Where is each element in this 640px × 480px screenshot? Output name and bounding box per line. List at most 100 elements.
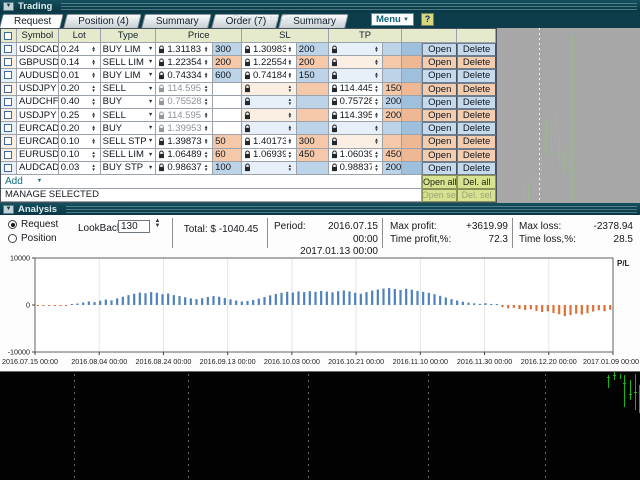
value-stepper[interactable]: ▲ ▼ <box>202 137 210 145</box>
value-stepper[interactable]: ▲ ▼ <box>202 84 210 92</box>
tp-input[interactable]: 0.98837 ▲ ▼ <box>328 161 384 175</box>
tp-input[interactable]: 114.395 ▲ ▼ <box>328 108 384 123</box>
open-selected-button[interactable]: Open sel <box>422 188 458 202</box>
type-select[interactable]: SELL LIM ▼ <box>100 148 157 162</box>
help-button[interactable]: ? <box>421 13 434 26</box>
sl-input[interactable]: 0.74184 ▲ ▼ <box>242 69 297 83</box>
value-stepper[interactable]: ▲ ▼ <box>90 124 98 132</box>
value-stepper[interactable]: ▲ ▼ <box>286 137 294 145</box>
menu-button[interactable]: Menu ▼ <box>371 13 414 26</box>
position-radio[interactable]: Position <box>8 233 57 244</box>
lookback-stepper[interactable]: ▲ ▼ <box>153 218 162 229</box>
value-stepper[interactable]: ▲ ▼ <box>286 163 294 171</box>
tp-input[interactable]: ▲ ▼ <box>328 69 384 83</box>
value-stepper[interactable]: ▲ ▼ <box>202 150 210 158</box>
delete-button[interactable]: Delete <box>457 161 497 175</box>
type-select[interactable]: SELL LIM ▼ <box>100 56 157 70</box>
analysis-collapse-button[interactable]: ▼ <box>3 204 14 214</box>
value-stepper[interactable]: ▲ ▼ <box>286 45 294 53</box>
type-select[interactable]: SELL STP ▼ <box>100 135 157 149</box>
value-stepper[interactable]: ▲ ▼ <box>90 58 98 66</box>
value-stepper[interactable]: ▲ ▼ <box>90 111 98 119</box>
open-button[interactable]: Open <box>422 56 458 70</box>
open-button[interactable]: Open <box>422 135 458 149</box>
sl-input[interactable]: ▲ ▼ <box>242 82 297 96</box>
value-stepper[interactable]: ▲ ▼ <box>372 71 380 79</box>
value-stepper[interactable]: ▲ ▼ <box>372 45 380 53</box>
value-stepper[interactable]: ▲ ▼ <box>90 71 98 79</box>
lot-input[interactable]: 0.01 ▲ ▼ <box>58 69 101 83</box>
value-stepper[interactable]: ▲ ▼ <box>286 124 294 132</box>
tp-input[interactable]: ▲ ▼ <box>328 135 384 149</box>
delete-all-button[interactable]: Del. all <box>457 174 496 189</box>
type-select[interactable]: SELL ▼ <box>100 108 157 123</box>
tp-input[interactable]: 114.445 ▲ ▼ <box>328 82 384 96</box>
price-input[interactable]: 114.595 ▲ ▼ <box>156 108 214 123</box>
value-stepper[interactable]: ▲ ▼ <box>372 124 380 132</box>
price-input[interactable]: 1.39873 ▲ ▼ <box>156 135 214 149</box>
lookback-input[interactable] <box>118 220 150 233</box>
request-radio[interactable]: Request <box>8 219 58 230</box>
delete-button[interactable]: Delete <box>457 135 497 149</box>
value-stepper[interactable]: ▲ ▼ <box>372 150 380 158</box>
type-select[interactable]: BUY ▼ <box>100 122 157 136</box>
price-input[interactable]: 0.74334 ▲ ▼ <box>156 69 214 83</box>
price-input[interactable]: 1.31183 ▲ ▼ <box>156 43 214 57</box>
sl-input[interactable]: 1.40173 ▲ ▼ <box>242 135 297 149</box>
value-stepper[interactable]: ▲ ▼ <box>372 163 380 171</box>
value-stepper[interactable]: ▲ ▼ <box>372 58 380 66</box>
tab-position-4-[interactable]: Position (4) <box>65 14 140 28</box>
tab-summary[interactable]: Summary <box>143 14 210 28</box>
open-button[interactable]: Open <box>422 43 458 57</box>
delete-button[interactable]: Delete <box>457 122 497 136</box>
lot-input[interactable]: 0.10 ▲ ▼ <box>58 135 101 149</box>
trading-collapse-button[interactable]: ▼ <box>3 1 14 11</box>
row-checkbox[interactable] <box>4 58 13 67</box>
open-button[interactable]: Open <box>422 95 458 109</box>
price-input[interactable]: 1.22354 ▲ ▼ <box>156 56 214 70</box>
tab-request[interactable]: Request <box>1 14 62 28</box>
value-stepper[interactable]: ▲ ▼ <box>286 150 294 158</box>
type-select[interactable]: SELL ▼ <box>100 82 157 96</box>
sl-input[interactable]: ▲ ▼ <box>242 108 297 123</box>
price-input[interactable]: 1.39953 ▲ ▼ <box>156 122 214 136</box>
type-select[interactable]: BUY ▼ <box>100 95 157 109</box>
value-stepper[interactable]: ▲ ▼ <box>286 97 294 105</box>
type-select[interactable]: BUY STP ▼ <box>100 161 157 175</box>
value-stepper[interactable]: ▲ ▼ <box>90 150 98 158</box>
value-stepper[interactable]: ▲ ▼ <box>286 111 294 119</box>
value-stepper[interactable]: ▲ ▼ <box>90 137 98 145</box>
open-all-button[interactable]: Open all <box>422 174 458 189</box>
value-stepper[interactable]: ▲ ▼ <box>286 84 294 92</box>
type-select[interactable]: BUY LIM ▼ <box>100 43 157 57</box>
open-button[interactable]: Open <box>422 69 458 83</box>
row-checkbox[interactable] <box>4 84 13 93</box>
price-input[interactable]: 0.98637 ▲ ▼ <box>156 161 214 175</box>
add-order-link[interactable]: Add ▼ <box>1 174 423 189</box>
row-checkbox[interactable] <box>4 124 13 133</box>
delete-button[interactable]: Delete <box>457 95 497 109</box>
delete-button[interactable]: Delete <box>457 69 497 83</box>
value-stepper[interactable]: ▲ ▼ <box>202 163 210 171</box>
lot-input[interactable]: 0.20 ▲ ▼ <box>58 122 101 136</box>
lot-input[interactable]: 0.20 ▲ ▼ <box>58 82 101 96</box>
type-select[interactable]: BUY LIM ▼ <box>100 69 157 83</box>
value-stepper[interactable]: ▲ ▼ <box>286 58 294 66</box>
sl-input[interactable]: 1.30983 ▲ ▼ <box>242 43 297 57</box>
open-button[interactable]: Open <box>422 148 458 162</box>
tp-input[interactable]: 0.75728 ▲ ▼ <box>328 95 384 109</box>
value-stepper[interactable]: ▲ ▼ <box>90 163 98 171</box>
lot-input[interactable]: 0.10 ▲ ▼ <box>58 148 101 162</box>
value-stepper[interactable]: ▲ ▼ <box>202 58 210 66</box>
delete-button[interactable]: Delete <box>457 43 497 57</box>
sl-input[interactable]: 1.06939 ▲ ▼ <box>242 148 297 162</box>
lot-input[interactable]: 0.25 ▲ ▼ <box>58 108 101 123</box>
value-stepper[interactable]: ▲ ▼ <box>202 97 210 105</box>
row-checkbox[interactable] <box>4 71 13 80</box>
value-stepper[interactable]: ▲ ▼ <box>286 71 294 79</box>
value-stepper[interactable]: ▲ ▼ <box>372 97 380 105</box>
tp-input[interactable]: ▲ ▼ <box>328 43 384 57</box>
value-stepper[interactable]: ▲ ▼ <box>372 84 380 92</box>
select-all-checkbox[interactable] <box>4 31 13 40</box>
price-input[interactable]: 114.595 ▲ ▼ <box>156 82 214 96</box>
